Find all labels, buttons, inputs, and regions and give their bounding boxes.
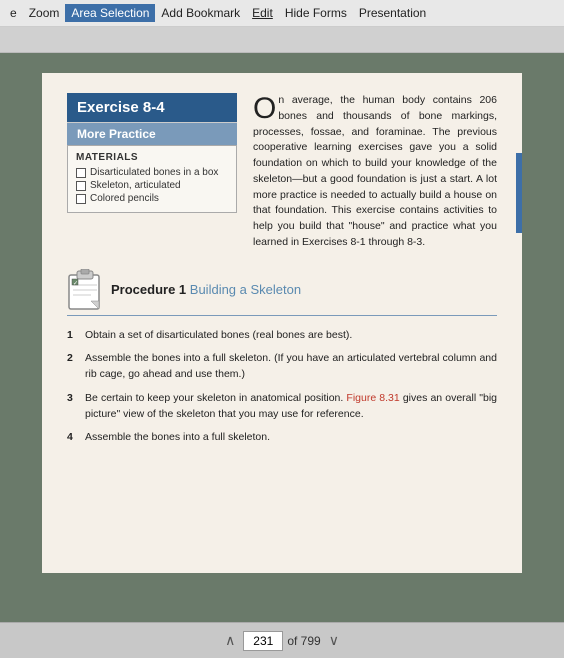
page-down-arrow[interactable]: ∨	[325, 632, 343, 649]
material-checkbox-2[interactable]	[76, 181, 86, 191]
step-text-4: Assemble the bones into a full skeleton.	[85, 430, 270, 446]
step-text-1: Obtain a set of disarticulated bones (re…	[85, 328, 352, 344]
menu-item-edit[interactable]: Edit	[246, 6, 279, 20]
page-navigation: ∧ of 799 ∨	[221, 631, 343, 651]
procedure-title: Procedure 1 Building a Skeleton	[111, 282, 301, 297]
materials-title: MATERIALS	[76, 152, 228, 163]
svg-text:✓: ✓	[73, 281, 78, 287]
right-sidebar-bar	[516, 153, 522, 233]
drop-cap: O	[253, 97, 276, 121]
main-content: Exercise 8-4 More Practice MATERIALS Dis…	[0, 53, 564, 622]
menu-item-hide-forms[interactable]: Hide Forms	[279, 6, 353, 20]
procedure-header: ✓ Procedure 1 Building a Skeleton	[67, 269, 497, 316]
clipboard-icon: ✓	[67, 269, 103, 311]
material-checkbox-3[interactable]	[76, 194, 86, 204]
material-item-1: Disarticulated bones in a box	[76, 167, 228, 178]
step-item-4: 4 Assemble the bones into a full skeleto…	[67, 430, 497, 446]
procedure-label: Procedure 1	[111, 282, 186, 297]
intro-text: On average, the human body contains 206 …	[253, 93, 497, 251]
exercise-title: Exercise 8-4	[67, 93, 237, 123]
menu-item-add-bookmark[interactable]: Add Bookmark	[155, 6, 246, 20]
figure-reference: Figure 8.31	[346, 392, 399, 404]
menu-item-selection[interactable]: Area Selection	[65, 4, 155, 22]
step-text-3: Be certain to keep your skeleton in anat…	[85, 391, 497, 423]
toolbar	[0, 27, 564, 53]
material-label-1: Disarticulated bones in a box	[90, 167, 218, 178]
page-up-arrow[interactable]: ∧	[221, 632, 239, 649]
material-checkbox-1[interactable]	[76, 168, 86, 178]
page-total-label: of 799	[287, 634, 320, 648]
exercise-header: Exercise 8-4 More Practice MATERIALS Dis…	[67, 93, 497, 251]
step-item-1: 1 Obtain a set of disarticulated bones (…	[67, 328, 497, 344]
steps-list: 1 Obtain a set of disarticulated bones (…	[67, 328, 497, 447]
material-label-3: Colored pencils	[90, 193, 159, 204]
more-practice-label: More Practice	[67, 123, 237, 145]
menu-item-presentation[interactable]: Presentation	[353, 6, 432, 20]
exercise-box: Exercise 8-4 More Practice MATERIALS Dis…	[67, 93, 237, 251]
page-number-input[interactable]	[243, 631, 283, 651]
material-item-2: Skeleton, articulated	[76, 180, 228, 191]
step-number-1: 1	[67, 328, 79, 344]
menu-bar: e Zoom Area Selection Add Bookmark Edit …	[0, 0, 564, 27]
step-text-2: Assemble the bones into a full skeleton.…	[85, 351, 497, 383]
menu-item-zoom[interactable]: Zoom	[23, 6, 66, 20]
materials-box: MATERIALS Disarticulated bones in a box …	[67, 145, 237, 213]
menu-item-e[interactable]: e	[4, 6, 23, 20]
step-item-3: 3 Be certain to keep your skeleton in an…	[67, 391, 497, 423]
step-number-2: 2	[67, 351, 79, 367]
bottom-navigation-bar: ∧ of 799 ∨	[0, 622, 564, 658]
procedure-section: ✓ Procedure 1 Building a Skeleton 1 Obta…	[67, 269, 497, 447]
step-number-3: 3	[67, 391, 79, 407]
procedure-subtitle: Building a Skeleton	[190, 282, 301, 297]
step-number-4: 4	[67, 430, 79, 446]
step-item-2: 2 Assemble the bones into a full skeleto…	[67, 351, 497, 383]
document-page: Exercise 8-4 More Practice MATERIALS Dis…	[42, 73, 522, 573]
material-item-3: Colored pencils	[76, 193, 228, 204]
material-label-2: Skeleton, articulated	[90, 180, 181, 191]
